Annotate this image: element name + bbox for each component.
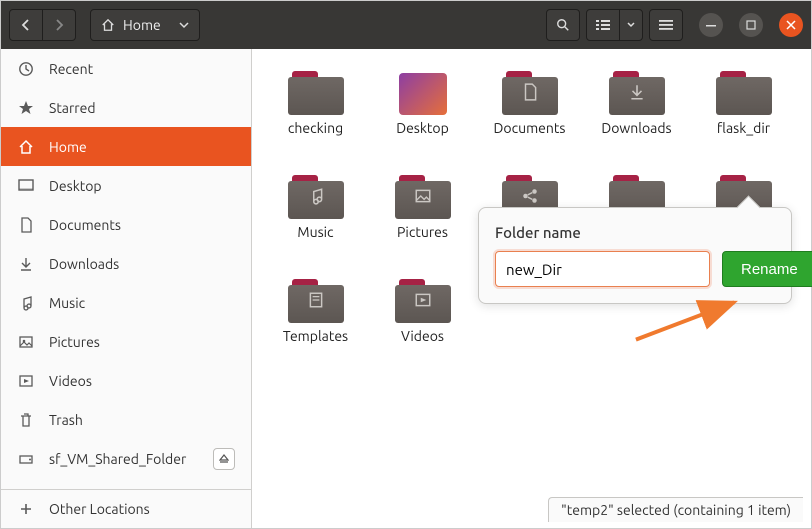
music-icon bbox=[17, 295, 35, 311]
folder-icon bbox=[395, 277, 451, 323]
view-toggle bbox=[586, 9, 643, 41]
view-dropdown-button[interactable] bbox=[619, 9, 643, 41]
folder-icon bbox=[716, 69, 772, 115]
rename-label: Folder name bbox=[495, 224, 775, 241]
sidebar: Recent Starred Home Desktop Documents Do… bbox=[1, 49, 252, 528]
file-label: flask_dir bbox=[712, 119, 775, 137]
folder-icon bbox=[288, 277, 344, 323]
sidebar-item-label: Recent bbox=[49, 61, 93, 77]
clock-icon bbox=[17, 61, 35, 77]
sidebar-item-pictures[interactable]: Pictures bbox=[1, 322, 251, 361]
path-home[interactable]: Home bbox=[90, 9, 200, 41]
plus-icon bbox=[17, 502, 35, 516]
file-item[interactable]: Pictures bbox=[369, 169, 476, 269]
window-maximize[interactable] bbox=[739, 13, 763, 37]
home-icon bbox=[17, 139, 35, 155]
forward-button[interactable] bbox=[42, 9, 76, 41]
rename-input[interactable] bbox=[495, 251, 710, 287]
sidebar-item-label: sf_VM_Shared_Folder bbox=[49, 451, 186, 467]
sidebar-item-home[interactable]: Home bbox=[1, 127, 251, 166]
hamburger-menu-button[interactable] bbox=[649, 9, 683, 41]
eject-button[interactable] bbox=[213, 448, 235, 470]
eject-icon bbox=[219, 454, 229, 464]
nav-buttons bbox=[9, 9, 76, 41]
search-icon bbox=[556, 18, 570, 32]
titlebar: Home bbox=[1, 1, 811, 49]
file-item[interactable]: Documents bbox=[476, 65, 583, 165]
folder-icon bbox=[609, 69, 665, 115]
videos-icon bbox=[17, 373, 35, 389]
file-label: Videos bbox=[396, 327, 449, 345]
download-icon bbox=[17, 256, 35, 272]
documents-icon bbox=[17, 217, 35, 233]
minimize-icon bbox=[706, 20, 716, 30]
file-item[interactable]: Music bbox=[262, 169, 369, 269]
file-item[interactable]: Desktop bbox=[369, 65, 476, 165]
sidebar-item-label: Home bbox=[49, 139, 87, 155]
file-label: Desktop bbox=[391, 119, 454, 137]
file-label: checking bbox=[283, 119, 348, 137]
folder-icon bbox=[502, 69, 558, 115]
sidebar-item-downloads[interactable]: Downloads bbox=[1, 244, 251, 283]
file-item[interactable]: flask_dir bbox=[690, 65, 797, 165]
sidebar-other-locations[interactable]: Other Locations bbox=[1, 489, 251, 528]
sidebar-item-shared[interactable]: sf_VM_Shared_Folder bbox=[1, 439, 251, 478]
drive-icon bbox=[17, 451, 35, 467]
back-button[interactable] bbox=[9, 9, 43, 41]
folder-icon bbox=[288, 69, 344, 115]
sidebar-item-trash[interactable]: Trash bbox=[1, 400, 251, 439]
search-button[interactable] bbox=[546, 9, 580, 41]
file-label: Downloads bbox=[596, 119, 676, 137]
sidebar-item-label: Desktop bbox=[49, 178, 102, 194]
sidebar-item-label: Videos bbox=[49, 373, 92, 389]
list-icon bbox=[596, 19, 610, 31]
sidebar-item-label: Pictures bbox=[49, 334, 100, 350]
folder-icon bbox=[288, 173, 344, 219]
rename-popover: Folder name Rename bbox=[478, 207, 792, 304]
sidebar-item-label: Music bbox=[49, 295, 85, 311]
file-label: Pictures bbox=[392, 223, 453, 241]
sidebar-item-desktop[interactable]: Desktop bbox=[1, 166, 251, 205]
file-label: Music bbox=[292, 223, 338, 241]
star-icon bbox=[17, 100, 35, 116]
sidebar-item-videos[interactable]: Videos bbox=[1, 361, 251, 400]
chevron-down-icon bbox=[627, 22, 635, 28]
content-area: checking Desktop Documents Downloads flask_d… bbox=[252, 49, 811, 528]
pictures-icon bbox=[17, 334, 35, 350]
sidebar-item-label: Downloads bbox=[49, 256, 119, 272]
close-icon bbox=[786, 20, 796, 30]
sidebar-item-label: Documents bbox=[49, 217, 121, 233]
toolbar-right bbox=[546, 9, 803, 41]
path-dropdown-icon bbox=[179, 21, 189, 29]
file-label: Documents bbox=[489, 119, 571, 137]
window-close[interactable] bbox=[779, 13, 803, 37]
home-icon bbox=[101, 18, 115, 32]
view-list-button[interactable] bbox=[586, 9, 620, 41]
main: Recent Starred Home Desktop Documents Do… bbox=[1, 49, 811, 528]
sidebar-item-label: Trash bbox=[49, 412, 83, 428]
file-item[interactable]: Downloads bbox=[583, 65, 690, 165]
sidebar-item-label: Other Locations bbox=[49, 501, 150, 517]
hamburger-icon bbox=[659, 19, 673, 31]
desktop-thumb-icon bbox=[399, 73, 447, 115]
sidebar-item-label: Starred bbox=[49, 100, 96, 116]
folder-icon bbox=[395, 173, 451, 219]
path-bar: Home bbox=[90, 9, 200, 41]
maximize-icon bbox=[746, 20, 756, 30]
file-item[interactable]: Videos bbox=[369, 273, 476, 373]
sidebar-item-recent[interactable]: Recent bbox=[1, 49, 251, 88]
rename-button[interactable]: Rename bbox=[722, 251, 812, 287]
file-item[interactable]: Templates bbox=[262, 273, 369, 373]
status-bar: "temp2" selected (containing 1 item) bbox=[548, 497, 803, 522]
sidebar-item-documents[interactable]: Documents bbox=[1, 205, 251, 244]
path-label: Home bbox=[123, 17, 161, 33]
file-item[interactable]: checking bbox=[262, 65, 369, 165]
sidebar-item-music[interactable]: Music bbox=[1, 283, 251, 322]
desktop-icon bbox=[17, 178, 35, 194]
trash-icon bbox=[17, 412, 35, 428]
sidebar-item-starred[interactable]: Starred bbox=[1, 88, 251, 127]
file-label: Templates bbox=[278, 327, 353, 345]
window-minimize[interactable] bbox=[699, 13, 723, 37]
